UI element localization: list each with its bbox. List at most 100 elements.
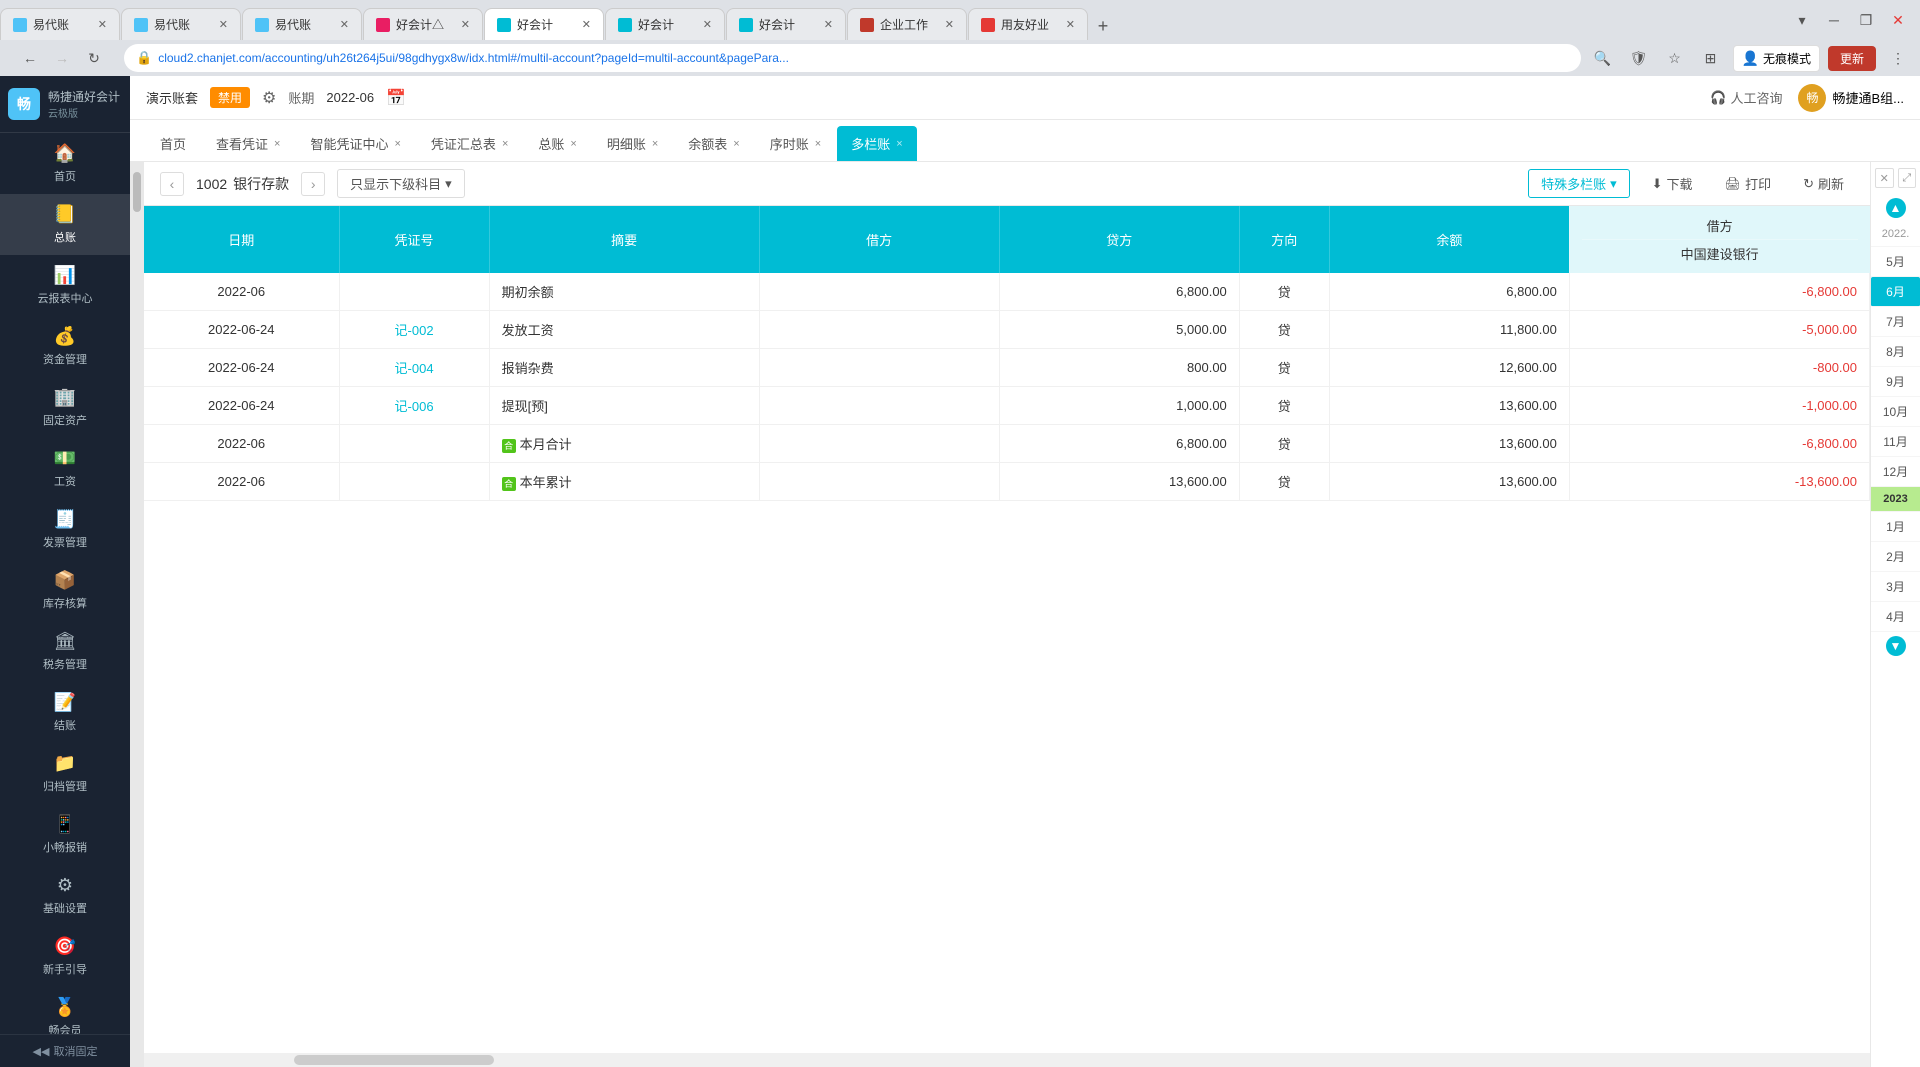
cell-voucher[interactable]: 记-002 <box>339 311 489 349</box>
sidebar-item-salary[interactable]: 💵 工资 <box>0 438 130 499</box>
tab-2[interactable]: 易代账 ✕ <box>121 8 241 40</box>
tab-general-ledger[interactable]: 总账 × <box>524 126 590 161</box>
next-account-button[interactable]: › <box>301 172 325 196</box>
sidebar-item-expense[interactable]: 📱 小畅报销 <box>0 804 130 865</box>
user-info[interactable]: 畅 畅捷通B组... <box>1798 84 1904 112</box>
extensions-button[interactable]: ⋮ <box>1884 44 1912 72</box>
scroll-down-button[interactable]: ▼ <box>1886 636 1906 656</box>
tab-balance-label: 余额表 <box>688 134 727 153</box>
tab-balance-close[interactable]: × <box>733 138 739 150</box>
horizontal-scroll-thumb[interactable] <box>294 1055 494 1065</box>
tab-general-ledger-close[interactable]: × <box>570 138 576 150</box>
tab-1[interactable]: 易代账 ✕ <box>0 8 120 40</box>
tab-7[interactable]: 好会计 ✕ <box>726 8 846 40</box>
close-window-button[interactable]: ✕ <box>1884 6 1912 34</box>
date-month-item[interactable]: 4月 <box>1871 602 1920 632</box>
date-month-item[interactable]: 7月 <box>1871 307 1920 337</box>
date-month-item[interactable]: 8月 <box>1871 337 1920 367</box>
prev-account-button[interactable]: ‹ <box>160 172 184 196</box>
tab-4[interactable]: 好会计△ ✕ <box>363 8 483 40</box>
sidebar-item-assets[interactable]: 🏢 固定资产 <box>0 377 130 438</box>
account-status-badge[interactable]: 禁用 <box>210 87 250 108</box>
sidebar-item-close[interactable]: 📝 结账 <box>0 682 130 743</box>
sidebar-item-invoice[interactable]: 🧾 发票管理 <box>0 499 130 560</box>
sidebar-item-guide[interactable]: 🎯 新手引导 <box>0 926 130 987</box>
date-month-item[interactable]: 9月 <box>1871 367 1920 397</box>
col-balance: 余额 <box>1329 206 1569 273</box>
voucher-link[interactable]: 记-004 <box>395 361 434 376</box>
forward-button[interactable]: → <box>48 44 76 72</box>
close-panel-button[interactable]: ✕ <box>1875 168 1894 188</box>
reload-button[interactable]: ↻ <box>80 44 108 72</box>
demo-account-label: 演示账套 <box>146 88 198 107</box>
left-scroll[interactable] <box>130 162 144 1067</box>
minimize-button[interactable]: ─ <box>1820 6 1848 34</box>
tab-detail-ledger[interactable]: 明细账 × <box>593 126 672 161</box>
sidebar-item-home[interactable]: 🏠 首页 <box>0 133 130 194</box>
sidebar-item-settings[interactable]: ⚙ 基础设置 <box>0 865 130 926</box>
search-button[interactable]: 🔍 <box>1589 44 1617 72</box>
tab-8[interactable]: 企业工作 ✕ <box>847 8 967 40</box>
tab-5-active[interactable]: 好会计 ✕ <box>484 8 604 40</box>
tab-voucher-summary-close[interactable]: × <box>502 138 508 150</box>
cell-voucher[interactable]: 记-004 <box>339 349 489 387</box>
tab-list-button[interactable]: ▾ <box>1788 6 1816 34</box>
tab-9[interactable]: 用友好业 ✕ <box>968 8 1088 40</box>
sidebar-item-ledger[interactable]: 📒 总账 <box>0 194 130 255</box>
refresh-button[interactable]: ↻ 刷新 <box>1793 170 1854 197</box>
tab-vouchers[interactable]: 查看凭证 × <box>202 126 294 161</box>
scroll-thumb[interactable] <box>133 172 141 212</box>
tab-smart-voucher-close[interactable]: × <box>394 138 400 150</box>
sidebar-item-member[interactable]: 🏅 畅会员 <box>0 987 130 1034</box>
bottom-scrollbar[interactable] <box>144 1053 1870 1067</box>
collapse-sidebar-button[interactable]: ◀◀ 取消固定 <box>0 1034 130 1067</box>
shield-icon[interactable]: 🛡 <box>1625 44 1653 72</box>
tab-voucher-summary[interactable]: 凭证汇总表 × <box>417 126 522 161</box>
voucher-link[interactable]: 记-006 <box>395 399 434 414</box>
special-multi-account-button[interactable]: 特殊多栏账 ▾ <box>1528 169 1630 198</box>
download-button[interactable]: ⬇ 下载 <box>1642 170 1703 197</box>
expand-panel-button[interactable]: ⤢ <box>1898 168 1917 188</box>
date-month-item[interactable]: 3月 <box>1871 572 1920 602</box>
sidebar-item-funds[interactable]: 💰 资金管理 <box>0 316 130 377</box>
sidebar-toggle-button[interactable]: ⊞ <box>1697 44 1725 72</box>
tab-3[interactable]: 易代账 ✕ <box>242 8 362 40</box>
date-month-item[interactable]: 1月 <box>1871 512 1920 542</box>
date-month-item[interactable]: 12月 <box>1871 457 1920 487</box>
update-button[interactable]: 更新 <box>1828 46 1876 71</box>
cell-credit: 800.00 <box>999 349 1239 387</box>
date-month-item[interactable]: 5月 <box>1871 247 1920 277</box>
calendar-icon[interactable]: 📅 <box>386 88 406 108</box>
address-bar[interactable]: 🔒 cloud2.chanjet.com/accounting/uh26t264… <box>124 44 1581 72</box>
tab-vouchers-close[interactable]: × <box>274 138 280 150</box>
voucher-link[interactable]: 记-002 <box>395 323 434 338</box>
tab-sequence-ledger[interactable]: 序时账 × <box>756 126 835 161</box>
tab-6[interactable]: 好会计 ✕ <box>605 8 725 40</box>
tab-home[interactable]: 首页 <box>146 126 200 161</box>
sidebar-item-tax[interactable]: 🏛 税务管理 <box>0 621 130 682</box>
date-month-item[interactable]: 6月 <box>1871 277 1920 307</box>
back-button[interactable]: ← <box>16 44 44 72</box>
tab-multi-column-close[interactable]: × <box>896 138 902 150</box>
new-tab-button[interactable]: + <box>1089 12 1117 40</box>
service-button[interactable]: 🎧 人工咨询 <box>1710 88 1782 107</box>
sidebar-item-inventory[interactable]: 📦 库存核算 <box>0 560 130 621</box>
settings-gear-icon[interactable]: ⚙ <box>262 88 276 108</box>
tab-balance[interactable]: 余额表 × <box>674 126 753 161</box>
show-sub-accounts-button[interactable]: 只显示下级科目 ▾ <box>337 169 465 198</box>
tab-multi-column[interactable]: 多栏账 × <box>837 126 916 161</box>
star-icon[interactable]: ☆ <box>1661 44 1689 72</box>
date-month-item[interactable]: 10月 <box>1871 397 1920 427</box>
sidebar-item-reports[interactable]: 📊 云报表中心 <box>0 255 130 316</box>
date-month-item[interactable]: 11月 <box>1871 427 1920 457</box>
print-button[interactable]: 🖨 打印 <box>1715 170 1782 197</box>
scroll-up-button[interactable]: ▲ <box>1886 198 1906 218</box>
tab-sequence-ledger-close[interactable]: × <box>815 138 821 150</box>
cell-voucher[interactable]: 记-006 <box>339 387 489 425</box>
maximize-button[interactable]: ❐ <box>1852 6 1880 34</box>
date-month-item[interactable]: 2月 <box>1871 542 1920 572</box>
tab-detail-ledger-close[interactable]: × <box>652 138 658 150</box>
tab-smart-voucher[interactable]: 智能凭证中心 × <box>296 126 414 161</box>
wuhen-mode-button[interactable]: 👤 无痕模式 <box>1733 45 1820 72</box>
sidebar-item-archive[interactable]: 📁 归档管理 <box>0 743 130 804</box>
